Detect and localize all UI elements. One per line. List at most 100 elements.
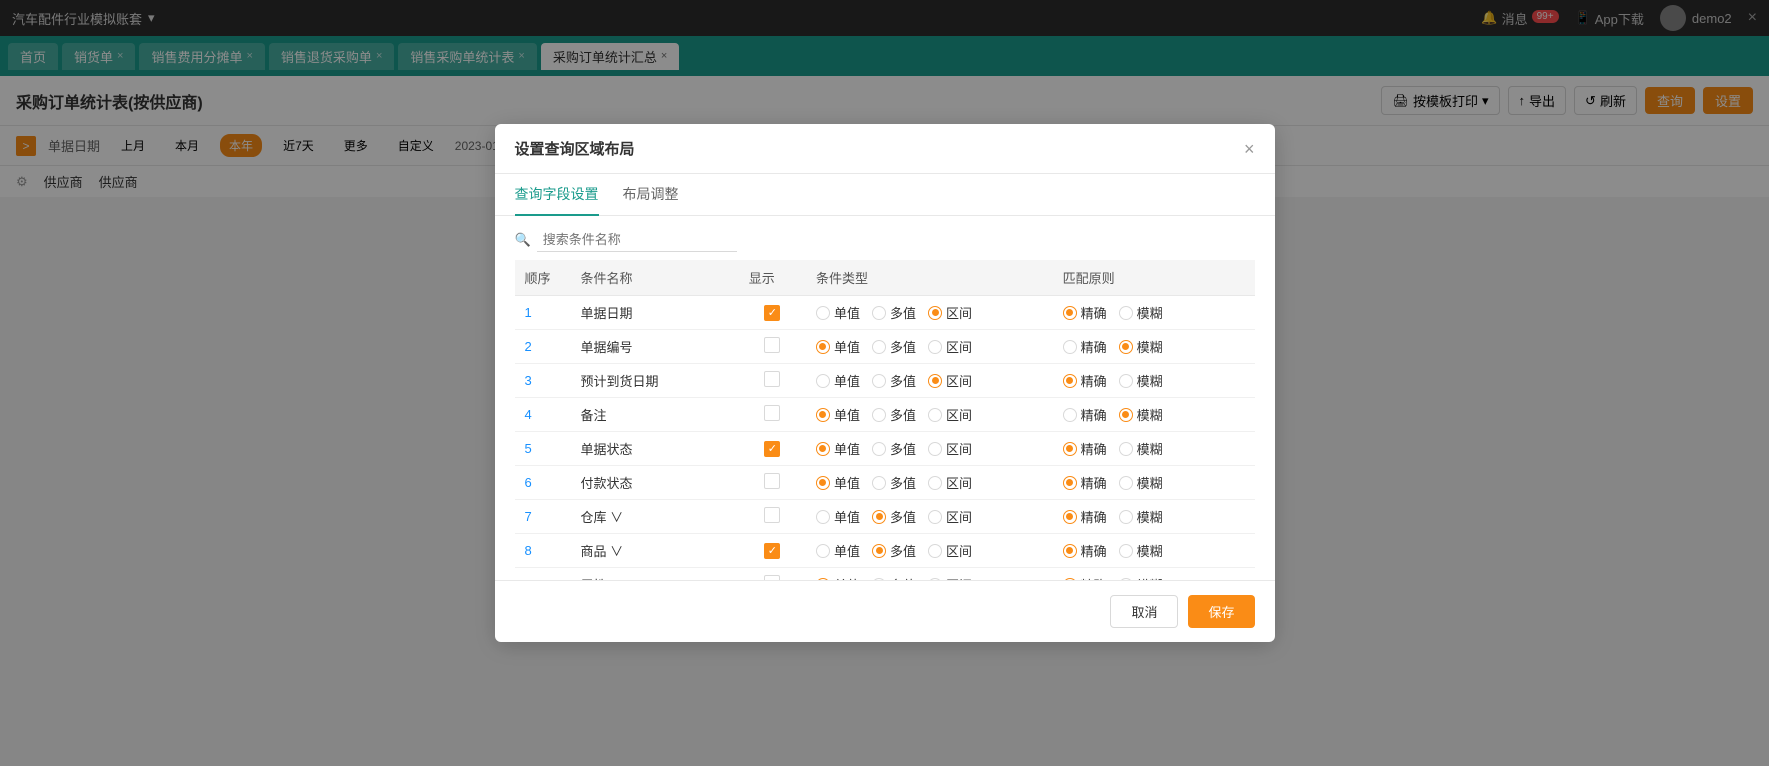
checkbox-0[interactable] [764,305,780,321]
radio-dot-多值-1 [872,340,886,354]
match-dot-精确-0 [1063,306,1077,320]
row-match-0: 精确 模糊 [1053,296,1255,330]
row-match-4: 精确模糊 [1053,432,1255,466]
radio-label-多值-7: 多值 [890,541,916,560]
match-label-模糊-0: 模糊 [1137,303,1163,322]
dialog-header: 设置查询区域布局 × [495,124,1275,174]
match-label-精确-5: 精确 [1081,473,1107,492]
config-table-wrapper: 顺序 条件名称 显示 条件类型 匹配原则 1单据日期单值多值区间精确模糊2单据编… [515,260,1255,580]
search-input[interactable] [537,228,737,252]
radio-label-单值-6: 单值 [834,507,860,526]
type-opt-多值-1[interactable]: 多值 [872,337,916,356]
type-opt-区间-6[interactable]: 区间 [928,507,972,526]
type-opt-多值-6[interactable]: 多值 [872,507,916,526]
checkbox-3[interactable] [764,405,780,421]
row-show-1[interactable] [739,330,806,364]
match-label-精确-2: 精确 [1081,371,1107,390]
match-opt-模糊-5[interactable]: 模糊 [1119,473,1163,492]
table-row: 9属性 ∨单值多值区间精确模糊 [515,568,1255,581]
match-label-精确-1: 精确 [1081,337,1107,356]
radio-dot-单值-2 [816,374,830,388]
type-opt-单值-7[interactable]: 单值 [816,541,860,560]
type-opt-单值-5[interactable]: 单值 [816,473,860,492]
row-name-6: 仓库 ∨ [571,500,739,534]
row-type-4: 单值多值区间 [806,432,1053,466]
type-opt-单值-6[interactable]: 单值 [816,507,860,526]
checkbox-2[interactable] [764,371,780,387]
type-opt-多值-5[interactable]: 多值 [872,473,916,492]
checkbox-4[interactable] [764,441,780,457]
radio-label-单值-1: 单值 [834,337,860,356]
type-opt-区间-2[interactable]: 区间 [928,371,972,390]
match-opt-模糊-4[interactable]: 模糊 [1119,439,1163,458]
row-match-5: 精确模糊 [1053,466,1255,500]
checkbox-5[interactable] [764,473,780,489]
table-row: 7仓库 ∨单值多值区间精确模糊 [515,500,1255,534]
dialog-close-button[interactable]: × [1244,140,1255,158]
type-opt-单值-4[interactable]: 单值 [816,439,860,458]
match-opt-精确-1[interactable]: 精确 [1063,337,1107,356]
checkbox-7[interactable] [764,543,780,559]
type-opt-单值-2[interactable]: 单值 [816,371,860,390]
match-opt-精确-7[interactable]: 精确 [1063,541,1107,560]
type-opt-多值-7[interactable]: 多值 [872,541,916,560]
row-show-5[interactable] [739,466,806,500]
match-opt-精确-6[interactable]: 精确 [1063,507,1107,526]
row-show-3[interactable] [739,398,806,432]
type-opt-多值-0[interactable]: 多值 [872,303,916,322]
row-show-4[interactable] [739,432,806,466]
dialog-tab-layout[interactable]: 布局调整 [623,174,679,216]
table-row: 8商品 ∨单值多值区间精确模糊 [515,534,1255,568]
match-opt-模糊-2[interactable]: 模糊 [1119,371,1163,390]
row-show-2[interactable] [739,364,806,398]
radio-dot-多值-3 [872,408,886,422]
match-opt-模糊-0[interactable]: 模糊 [1119,303,1163,322]
dialog-tab-fields[interactable]: 查询字段设置 [515,174,599,216]
row-name-8: 属性 ∨ [571,568,739,581]
save-button[interactable]: 保存 [1188,595,1254,628]
row-show-6[interactable] [739,500,806,534]
cancel-button[interactable]: 取消 [1110,595,1178,628]
type-opt-多值-4[interactable]: 多值 [872,439,916,458]
radio-label-多值-6: 多值 [890,507,916,526]
type-opt-区间-0[interactable]: 区间 [928,303,972,322]
row-seq-3: 4 [515,398,571,432]
row-show-7[interactable] [739,534,806,568]
type-opt-多值-2[interactable]: 多值 [872,371,916,390]
type-opt-区间-7[interactable]: 区间 [928,541,972,560]
type-opt-区间-3[interactable]: 区间 [928,405,972,424]
type-opt-单值-0[interactable]: 单值 [816,303,860,322]
radio-label-单值-4: 单值 [834,439,860,458]
match-opt-精确-3[interactable]: 精确 [1063,405,1107,424]
checkbox-1[interactable] [764,337,780,353]
match-label-精确-7: 精确 [1081,541,1107,560]
type-opt-多值-3[interactable]: 多值 [872,405,916,424]
match-opt-模糊-6[interactable]: 模糊 [1119,507,1163,526]
type-opt-单值-1[interactable]: 单值 [816,337,860,356]
radio-label-区间-1: 区间 [946,337,972,356]
radio-label-多值-3: 多值 [890,405,916,424]
dialog-body: 顺序 条件名称 显示 条件类型 匹配原则 1单据日期单值多值区间精确模糊2单据编… [495,260,1275,580]
match-opt-精确-0[interactable]: 精确 [1063,303,1107,322]
row-show-8[interactable] [739,568,806,581]
checkbox-6[interactable] [764,507,780,523]
match-dot-精确-3 [1063,408,1077,422]
row-show-0[interactable] [739,296,806,330]
match-label-模糊-3: 模糊 [1137,405,1163,424]
col-header-name: 条件名称 [571,260,739,296]
match-opt-模糊-1[interactable]: 模糊 [1119,337,1163,356]
radio-label-多值-0: 多值 [890,303,916,322]
match-opt-精确-4[interactable]: 精确 [1063,439,1107,458]
type-opt-区间-4[interactable]: 区间 [928,439,972,458]
match-opt-精确-5[interactable]: 精确 [1063,473,1107,492]
match-dot-模糊-5 [1119,476,1133,490]
type-opt-区间-1[interactable]: 区间 [928,337,972,356]
match-opt-精确-2[interactable]: 精确 [1063,371,1107,390]
dialog-overlay: 设置查询区域布局 × 查询字段设置 布局调整 🔍 [0,0,1769,766]
radio-label-区间-6: 区间 [946,507,972,526]
match-opt-模糊-7[interactable]: 模糊 [1119,541,1163,560]
type-opt-区间-5[interactable]: 区间 [928,473,972,492]
match-opt-模糊-3[interactable]: 模糊 [1119,405,1163,424]
type-opt-单值-3[interactable]: 单值 [816,405,860,424]
radio-dot-单值-7 [816,544,830,558]
